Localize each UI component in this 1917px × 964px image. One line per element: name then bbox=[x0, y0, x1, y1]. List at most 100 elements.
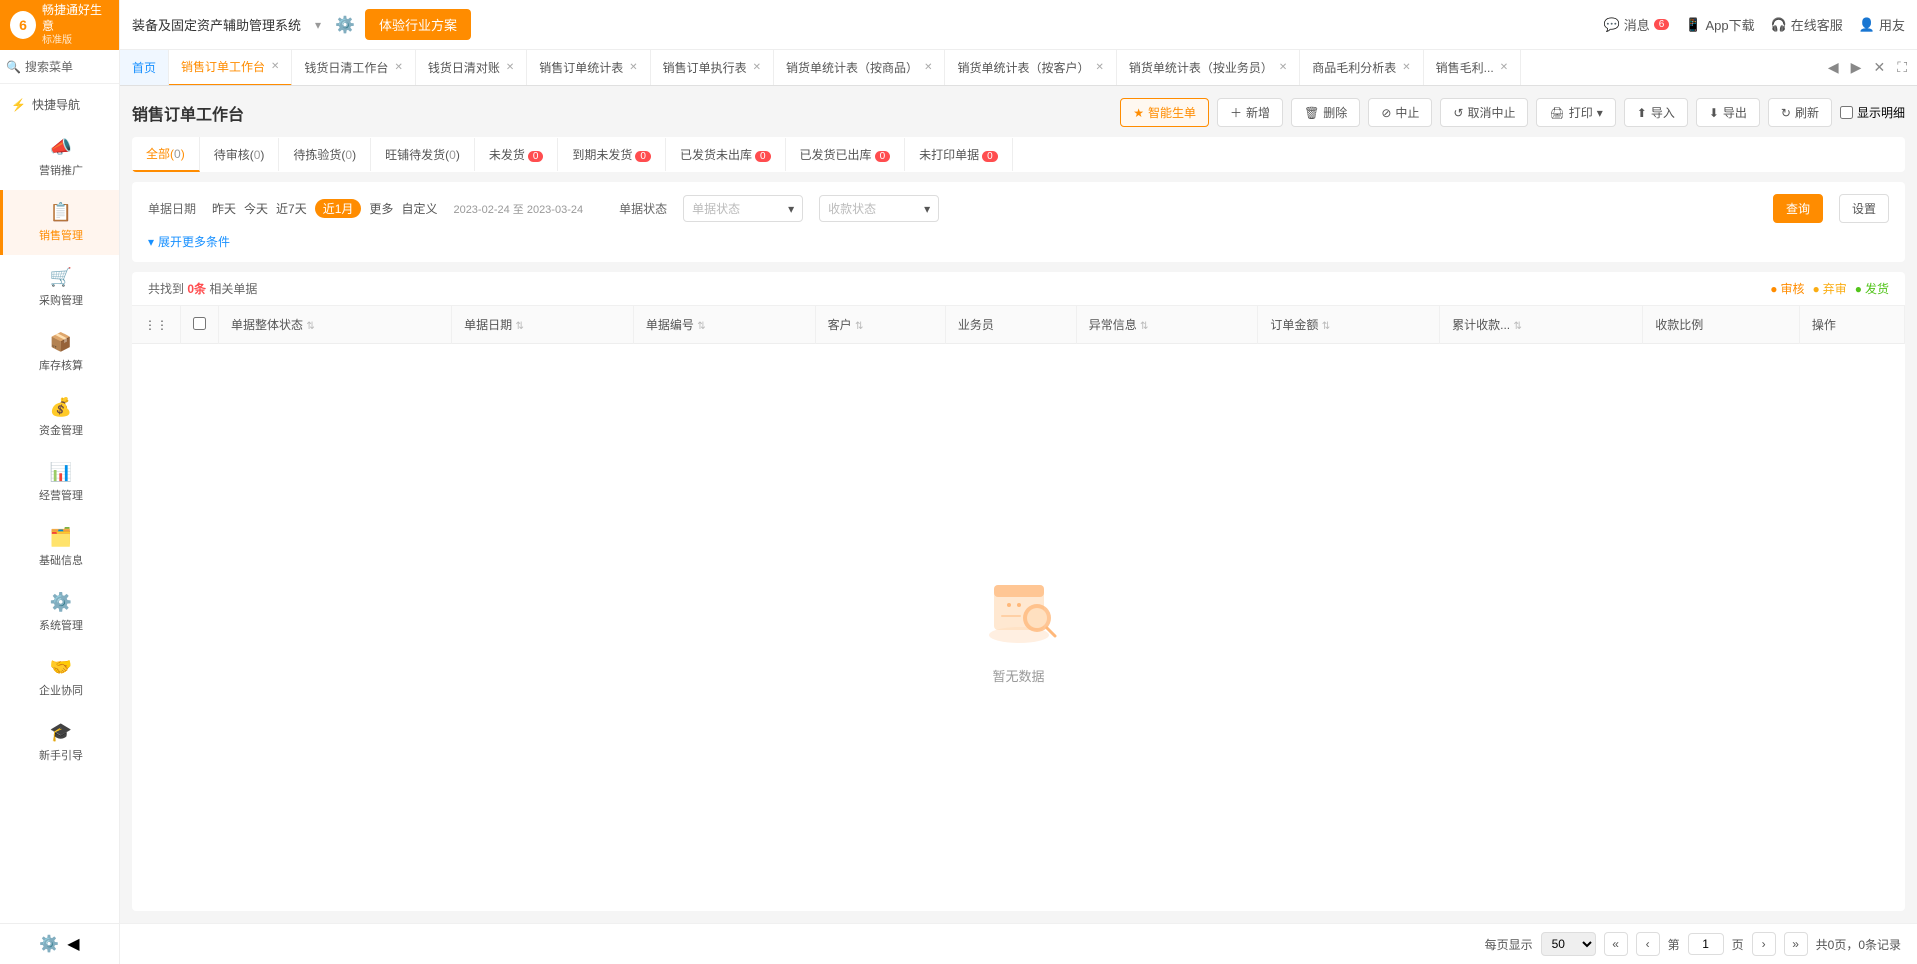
page-prev-btn[interactable]: ‹ bbox=[1636, 932, 1660, 956]
page-input[interactable] bbox=[1688, 933, 1724, 955]
smart-create-btn[interactable]: ★ 智能生单 bbox=[1120, 98, 1209, 127]
date-opt-7days[interactable]: 近7天 bbox=[276, 200, 307, 217]
tab-goods-stats-product[interactable]: 销货单统计表（按商品） ✕ bbox=[774, 50, 945, 86]
batch-ship-btn[interactable]: ● 发货 bbox=[1855, 280, 1889, 297]
filter-tab-not-shipped[interactable]: 未发货0 bbox=[475, 138, 559, 171]
sidebar-footer: ⚙️ ◀ bbox=[0, 923, 119, 964]
tab-close-sales-more[interactable]: ✕ bbox=[1500, 62, 1508, 73]
tab-nav-prev[interactable]: ◀ bbox=[1824, 57, 1843, 78]
tab-maximize[interactable]: ⛶ bbox=[1893, 57, 1911, 78]
tab-sales-stats[interactable]: 销售订单统计表 ✕ bbox=[527, 50, 650, 86]
sidebar-item-purchase[interactable]: 🛒 采购管理 bbox=[0, 255, 119, 320]
tab-close-sales-stats[interactable]: ✕ bbox=[629, 62, 637, 73]
collapse-icon[interactable]: ◀ bbox=[67, 934, 79, 954]
tab-close-goods-stats-product[interactable]: ✕ bbox=[924, 62, 932, 73]
settings-icon[interactable]: ⚙️ bbox=[39, 934, 59, 954]
topbar-settings-icon[interactable]: ⚙️ bbox=[335, 15, 355, 35]
date-opt-yesterday[interactable]: 昨天 bbox=[212, 200, 236, 217]
tab-sales-workbench[interactable]: 销售订单工作台 ✕ bbox=[169, 50, 292, 86]
tab-home[interactable]: 首页 bbox=[120, 50, 169, 86]
filter-tab-pending-inspect[interactable]: 待拣验货(0) bbox=[279, 138, 371, 171]
trial-btn[interactable]: 体验行业方案 bbox=[365, 9, 471, 40]
user-btn[interactable]: 👤 用友 bbox=[1859, 15, 1905, 34]
online-service-btn[interactable]: 🎧 在线客服 bbox=[1771, 15, 1843, 34]
sidebar-item-label: 快捷导航 bbox=[32, 96, 80, 113]
sidebar-item-sales[interactable]: 📋 销售管理 bbox=[0, 190, 119, 255]
query-btn[interactable]: 查询 bbox=[1773, 194, 1823, 223]
tab-sales-exec[interactable]: 销售订单执行表 ✕ bbox=[651, 50, 774, 86]
page-size-select[interactable]: 20 50 100 bbox=[1541, 932, 1596, 956]
filter-tab-not-printed[interactable]: 未打印单据0 bbox=[905, 138, 1013, 171]
sidebar-item-system[interactable]: ⚙️ 系统管理 bbox=[0, 580, 119, 645]
filter-tab-overdue-ship[interactable]: 到期未发货0 bbox=[558, 138, 666, 171]
page-next-btn[interactable]: › bbox=[1752, 932, 1776, 956]
tab-close-sales-workbench[interactable]: ✕ bbox=[271, 61, 279, 72]
print-btn[interactable]: 🖨 打印 ▾ bbox=[1536, 98, 1615, 127]
filter-tab-all[interactable]: 全部(0) bbox=[132, 137, 200, 172]
select-all-checkbox[interactable] bbox=[193, 317, 206, 330]
date-opt-more[interactable]: 更多 bbox=[369, 200, 393, 217]
empty-icon bbox=[969, 570, 1069, 650]
page-actions: ★ 智能生单 ＋ 新增 🗑 删除 ⊘ 中止 ↺ 取消中止 bbox=[1120, 98, 1905, 127]
filter-tab-shipped-not-out[interactable]: 已发货未出库0 bbox=[666, 138, 786, 171]
tab-goods-stats-customer[interactable]: 销货单统计表（按客户） ✕ bbox=[945, 50, 1116, 86]
cancel-stop-btn[interactable]: ↺ 取消中止 bbox=[1440, 98, 1528, 127]
sort-status-icon[interactable]: ⇅ bbox=[306, 321, 314, 332]
inventory-icon: 📦 bbox=[50, 332, 72, 353]
sidebar-item-enterprise[interactable]: 🤝 企业协同 bbox=[0, 645, 119, 710]
sidebar-item-inventory[interactable]: 📦 库存核算 bbox=[0, 320, 119, 385]
sort-amount-icon[interactable]: ⇅ bbox=[1322, 321, 1330, 332]
filter-tab-wangpu-ship[interactable]: 旺铺待发货(0) bbox=[371, 138, 475, 171]
tab-close-goods-stats-customer[interactable]: ✕ bbox=[1095, 62, 1103, 73]
msg-btn[interactable]: 💬 消息 6 bbox=[1604, 15, 1670, 34]
tab-cash-reconcile[interactable]: 钱货日清对账 ✕ bbox=[416, 50, 527, 86]
show-detail-checkbox[interactable] bbox=[1840, 106, 1853, 119]
date-opt-custom[interactable]: 自定义 bbox=[401, 200, 437, 217]
th-checkbox[interactable] bbox=[181, 306, 219, 344]
sort-customer-icon[interactable]: ⇅ bbox=[855, 321, 863, 332]
tab-goods-stats-staff[interactable]: 销货单统计表（按业务员） ✕ bbox=[1117, 50, 1300, 86]
status-select[interactable]: 单据状态 ▾ bbox=[683, 195, 803, 222]
import-btn[interactable]: ⬆ 导入 bbox=[1624, 98, 1688, 127]
headset-icon: 🎧 bbox=[1771, 17, 1787, 33]
sort-date-icon[interactable]: ⇅ bbox=[516, 321, 524, 332]
tab-close-goods-margin[interactable]: ✕ bbox=[1402, 62, 1410, 73]
expand-conditions-btn[interactable]: ▾ 展开更多条件 bbox=[148, 233, 230, 250]
refresh-btn[interactable]: ↻ 刷新 bbox=[1768, 98, 1832, 127]
batch-audit-btn[interactable]: ● 审核 bbox=[1770, 280, 1804, 297]
tab-cash-daily[interactable]: 钱货日清工作台 ✕ bbox=[292, 50, 415, 86]
show-detail-label[interactable]: 显示明细 bbox=[1840, 104, 1905, 121]
sort-number-icon[interactable]: ⇅ bbox=[697, 321, 705, 332]
tab-goods-margin[interactable]: 商品毛利分析表 ✕ bbox=[1300, 50, 1423, 86]
batch-unaudit-btn[interactable]: ● 弃审 bbox=[1812, 280, 1846, 297]
export-btn[interactable]: ⬇ 导出 bbox=[1696, 98, 1760, 127]
payment-status-select[interactable]: 收款状态 ▾ bbox=[819, 195, 939, 222]
page-first-btn[interactable]: « bbox=[1604, 932, 1628, 956]
page-last-btn[interactable]: » bbox=[1784, 932, 1808, 956]
filter-tab-pending-review[interactable]: 待审核(0) bbox=[200, 138, 280, 171]
sidebar-search[interactable]: 🔍 搜索菜单 bbox=[0, 50, 119, 84]
sort-abnormal-icon[interactable]: ⇅ bbox=[1140, 321, 1148, 332]
sidebar-item-marketing[interactable]: 📣 营销推广 bbox=[0, 125, 119, 190]
tab-close-all[interactable]: ✕ bbox=[1869, 57, 1889, 78]
sidebar-item-finance[interactable]: 💰 资金管理 bbox=[0, 385, 119, 450]
sidebar-item-newbie[interactable]: 🎓 新手引导 bbox=[0, 710, 119, 775]
date-opt-today[interactable]: 今天 bbox=[244, 200, 268, 217]
delete-btn[interactable]: 🗑 删除 bbox=[1291, 98, 1360, 127]
stop-btn[interactable]: ⊘ 中止 bbox=[1368, 98, 1432, 127]
date-opt-1month[interactable]: 近1月 bbox=[315, 199, 362, 218]
tab-close-sales-exec[interactable]: ✕ bbox=[753, 62, 761, 73]
setting-btn[interactable]: 设置 bbox=[1839, 194, 1889, 223]
app-download-btn[interactable]: 📱 App下载 bbox=[1685, 15, 1754, 34]
sidebar-item-basic[interactable]: 🗂️ 基础信息 bbox=[0, 515, 119, 580]
tab-nav-next[interactable]: ▶ bbox=[1847, 57, 1866, 78]
filter-tab-shipped-out[interactable]: 已发货已出库0 bbox=[786, 138, 906, 171]
tab-close-cash-reconcile[interactable]: ✕ bbox=[506, 62, 514, 73]
add-btn[interactable]: ＋ 新增 bbox=[1217, 98, 1283, 127]
tab-close-cash-daily[interactable]: ✕ bbox=[394, 62, 402, 73]
tab-sales-more[interactable]: 销售毛利... ✕ bbox=[1424, 50, 1521, 86]
sidebar-item-operation[interactable]: 📊 经营管理 bbox=[0, 450, 119, 515]
sort-collected-icon[interactable]: ⇅ bbox=[1513, 321, 1521, 332]
tab-close-goods-stats-staff[interactable]: ✕ bbox=[1279, 62, 1287, 73]
sidebar-item-quick-nav[interactable]: ⚡ 快捷导航 bbox=[0, 84, 119, 125]
